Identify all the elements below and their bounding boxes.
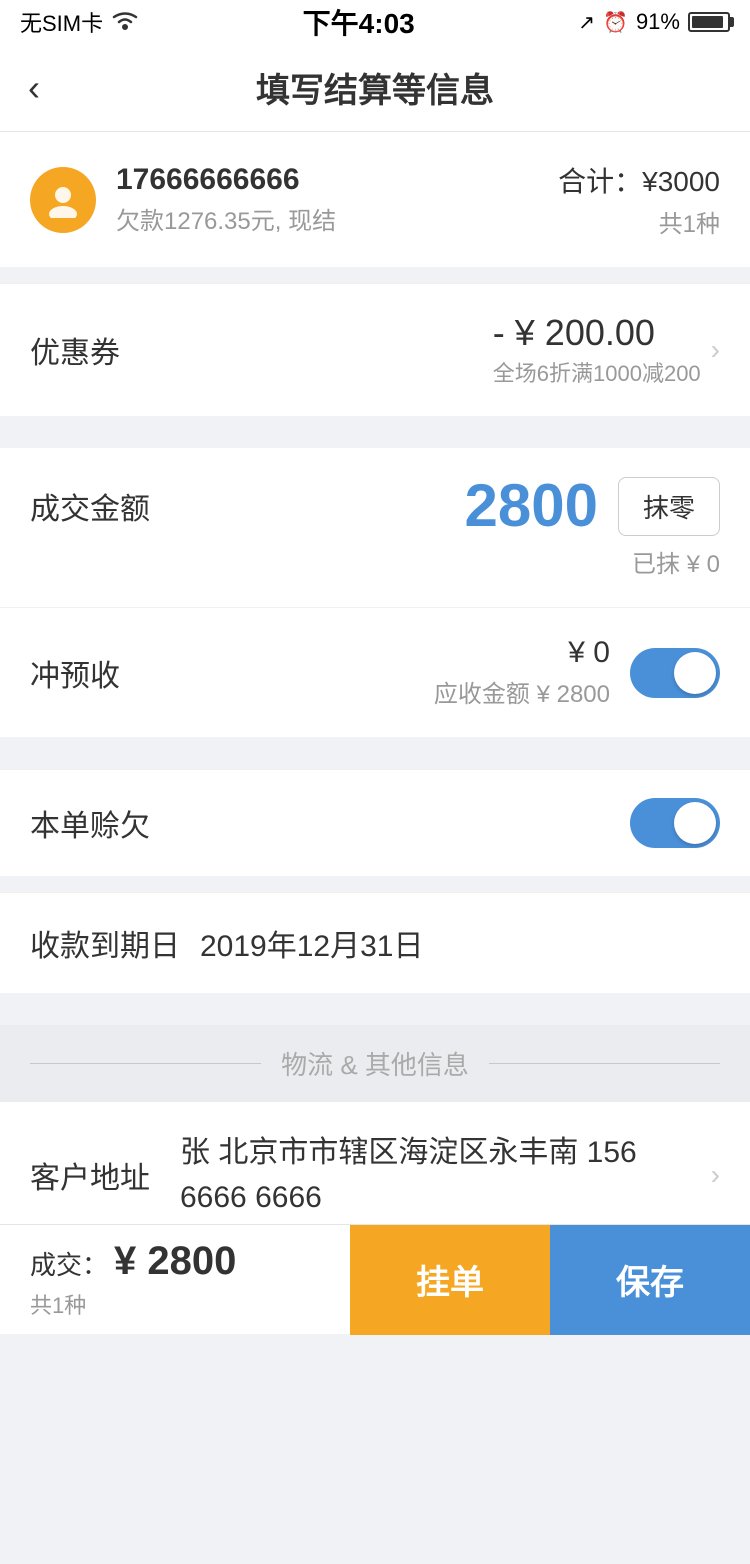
bottom-bar: 成交： ¥ 2800 共1种 挂单 保存 bbox=[0, 1224, 750, 1334]
hang-button[interactable]: 挂单 bbox=[350, 1225, 550, 1335]
status-right: ↗ ⏰ 91% bbox=[578, 9, 730, 35]
duedate-row: 收款到期日 2019年12月31日 bbox=[0, 892, 750, 993]
bottom-deal-label: 成交： bbox=[30, 1245, 108, 1282]
deal-amount: 2800 bbox=[465, 476, 598, 536]
prepay-amount: ¥ 0 bbox=[434, 636, 610, 670]
bottom-deal-amount: ¥ 2800 bbox=[114, 1239, 236, 1284]
coupon-desc: 全场6折满1000减200 bbox=[493, 356, 701, 388]
separator bbox=[0, 432, 750, 448]
round-button[interactable]: 抹零 bbox=[618, 477, 720, 536]
customer-row: 17666666666 欠款1276.35元, 现结 合计：¥3000 共1种 bbox=[0, 132, 750, 267]
credit-toggle[interactable] bbox=[630, 798, 720, 848]
coupon-label: 优惠券 bbox=[30, 328, 120, 372]
deal-row: 成交金额 2800 抹零 bbox=[30, 476, 720, 536]
bottom-count: 共1种 bbox=[30, 1288, 320, 1320]
divider-line-left bbox=[30, 1063, 261, 1064]
bottom-deal-row: 成交： ¥ 2800 bbox=[30, 1239, 320, 1284]
customer-right: 合计：¥3000 共1种 bbox=[558, 160, 720, 239]
address-value: 张 北京市市辖区海淀区永丰南 156 6666 6666 bbox=[180, 1130, 711, 1220]
deal-section: 成交金额 2800 抹零 已抹 ¥ 0 bbox=[0, 448, 750, 607]
prepay-row: 冲预收 ¥ 0 应收金额 ¥ 2800 bbox=[0, 607, 750, 737]
chevron-right-icon: › bbox=[711, 334, 720, 366]
credit-label: 本单赊欠 bbox=[30, 801, 150, 845]
prepay-right: ¥ 0 应收金额 ¥ 2800 bbox=[434, 636, 720, 709]
customer-phone: 17666666666 bbox=[116, 163, 336, 197]
battery-icon bbox=[688, 12, 730, 32]
prepay-amount-block: ¥ 0 应收金额 ¥ 2800 bbox=[434, 636, 610, 709]
deal-sub: 已抹 ¥ 0 bbox=[30, 544, 720, 579]
separator2 bbox=[0, 753, 750, 769]
customer-total: 合计：¥3000 bbox=[558, 160, 720, 200]
divider-line-right bbox=[489, 1063, 720, 1064]
prepay-toggle[interactable] bbox=[630, 648, 720, 698]
battery-percent: 91% bbox=[636, 9, 680, 35]
nav-bar: ‹ 填写结算等信息 bbox=[0, 44, 750, 132]
coupon-right: - ¥ 200.00 全场6折满1000减200 › bbox=[493, 312, 720, 388]
prepay-sub: 应收金额 ¥ 2800 bbox=[434, 674, 610, 709]
address-label: 客户地址 bbox=[30, 1153, 150, 1197]
coupon-amount: - ¥ 200.00 bbox=[493, 312, 701, 354]
customer-info: 17666666666 欠款1276.35元, 现结 bbox=[116, 163, 336, 236]
deal-right: 2800 抹零 bbox=[465, 476, 721, 536]
credit-row: 本单赊欠 bbox=[0, 769, 750, 876]
back-button[interactable]: ‹ bbox=[28, 67, 40, 109]
deal-label: 成交金额 bbox=[30, 484, 150, 528]
page-title: 填写结算等信息 bbox=[256, 63, 494, 112]
duedate-label: 收款到期日 bbox=[30, 921, 180, 965]
status-left: 无SIM卡 bbox=[20, 6, 139, 38]
customer-left: 17666666666 欠款1276.35元, 现结 bbox=[30, 163, 336, 236]
wifi-icon bbox=[111, 8, 139, 36]
address-chevron-icon: › bbox=[711, 1159, 720, 1191]
coupon-row[interactable]: 优惠券 - ¥ 200.00 全场6折满1000减200 › bbox=[0, 283, 750, 416]
save-button[interactable]: 保存 bbox=[550, 1225, 750, 1335]
customer-subtext: 欠款1276.35元, 现结 bbox=[116, 201, 336, 236]
logistics-divider: 物流 & 其他信息 bbox=[0, 1025, 750, 1102]
logistics-text: 物流 & 其他信息 bbox=[261, 1045, 489, 1082]
content-area: 17666666666 欠款1276.35元, 现结 合计：¥3000 共1种 … bbox=[0, 132, 750, 1564]
coupon-value-block: - ¥ 200.00 全场6折满1000减200 bbox=[493, 312, 701, 388]
bottom-summary: 成交： ¥ 2800 共1种 bbox=[0, 1239, 350, 1320]
duedate-value: 2019年12月31日 bbox=[200, 921, 423, 965]
status-time: 下午4:03 bbox=[303, 2, 415, 42]
location-icon: ↗ bbox=[578, 10, 595, 35]
status-bar: 无SIM卡 下午4:03 ↗ ⏰ 91% bbox=[0, 0, 750, 44]
customer-count: 共1种 bbox=[558, 204, 720, 239]
alarm-icon: ⏰ bbox=[603, 10, 628, 35]
avatar bbox=[30, 167, 96, 233]
carrier-text: 无SIM卡 bbox=[20, 6, 103, 38]
separator3 bbox=[0, 1009, 750, 1025]
prepay-label: 冲预收 bbox=[30, 651, 120, 695]
